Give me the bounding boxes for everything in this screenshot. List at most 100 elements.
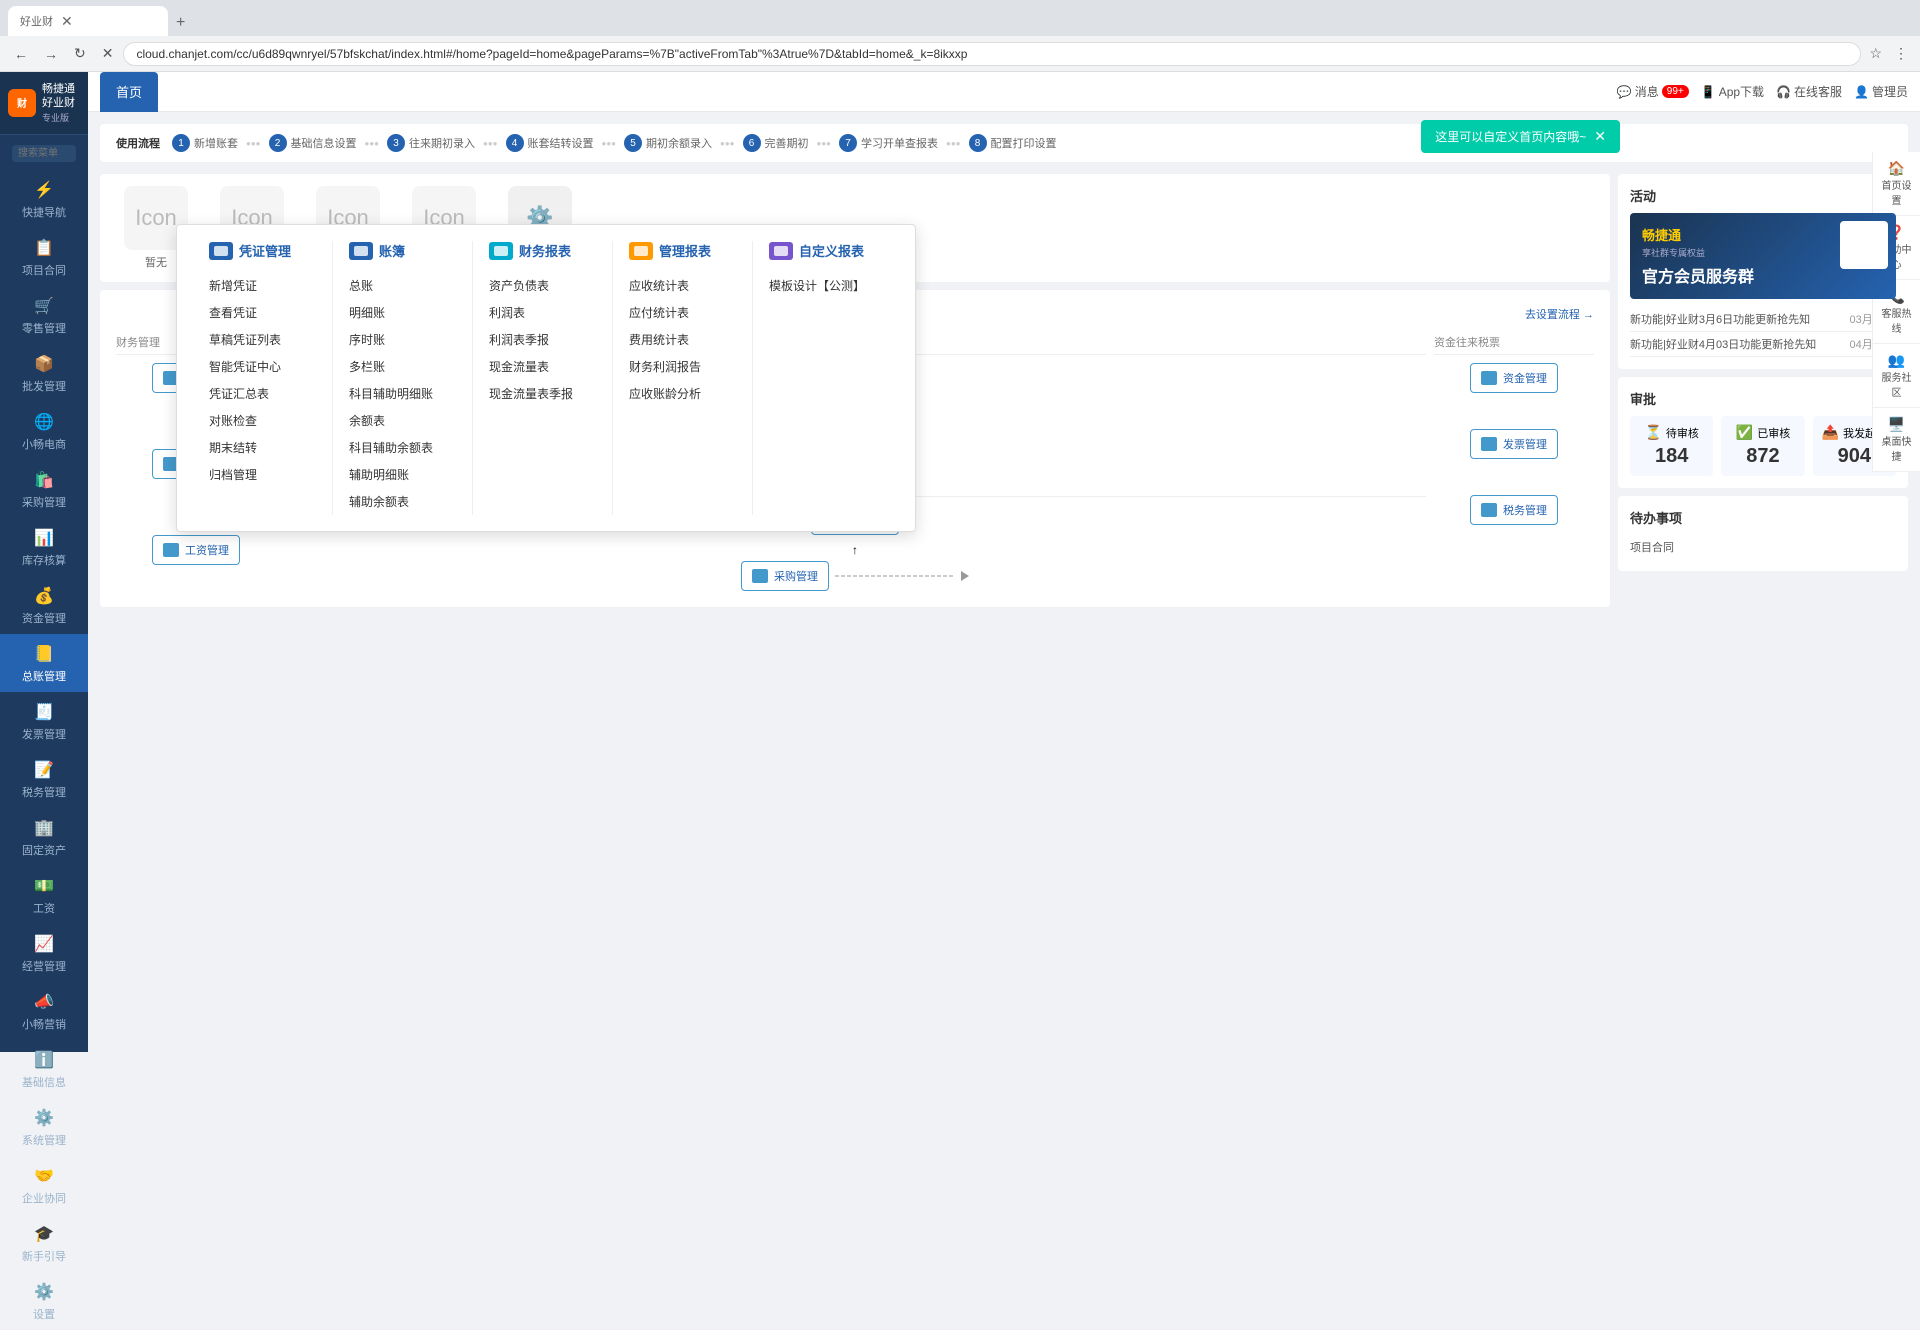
browser-tab[interactable]: 好业财 ✕ bbox=[8, 6, 168, 36]
tax-icon: 📝 bbox=[34, 760, 54, 780]
tab-close-btn[interactable]: ✕ bbox=[61, 13, 73, 30]
menu-expense-stats[interactable]: 费用统计表 bbox=[629, 326, 736, 353]
menu-draft-voucher[interactable]: 草稿凭证列表 bbox=[209, 326, 316, 353]
home-tab[interactable]: 首页 bbox=[100, 72, 158, 112]
flow-box-invoice-mgmt[interactable]: 发票管理 bbox=[1470, 429, 1558, 459]
sidebar-item-inventory[interactable]: 📊 库存核算 bbox=[0, 518, 88, 576]
flow-box-payroll[interactable]: 工资管理 bbox=[152, 535, 240, 565]
assets-icon: 🏢 bbox=[34, 818, 54, 838]
desktop-quick-btn[interactable]: 🖥️ 桌面快捷 bbox=[1873, 408, 1920, 472]
menu-ar-aging[interactable]: 应收账龄分析 bbox=[629, 380, 736, 407]
flow-box-purchase[interactable]: 采购管理 bbox=[741, 561, 829, 591]
menu-income-statement[interactable]: 利润表 bbox=[489, 299, 596, 326]
menu-balance-sheet[interactable]: 资产负债表 bbox=[489, 272, 596, 299]
sidebar-item-collab[interactable]: 🤝 企业协同 bbox=[0, 1156, 88, 1214]
news-item-1[interactable]: 新功能|好业财3月6日功能更新抢先知 03月06日 bbox=[1630, 307, 1896, 332]
sidebar-item-settings[interactable]: ⚙️ 设置 bbox=[0, 1272, 88, 1330]
sidebar-item-marketing[interactable]: 📣 小畅营销 bbox=[0, 982, 88, 1040]
menu-voucher-summary[interactable]: 凭证汇总表 bbox=[209, 380, 316, 407]
menu-receivable-stats[interactable]: 应收统计表 bbox=[629, 272, 736, 299]
invoice-mgmt-label: 发票管理 bbox=[1503, 436, 1547, 452]
sidebar-item-retail[interactable]: 🛒 零售管理 bbox=[0, 286, 88, 344]
step-8[interactable]: 8 配置打印设置 bbox=[969, 134, 1057, 152]
menu-subject-balance[interactable]: 科目辅助余额表 bbox=[349, 434, 456, 461]
step-5-label: 期初余额录入 bbox=[646, 135, 712, 151]
menu-template-design[interactable]: 模板设计【公测】 bbox=[769, 272, 877, 299]
payroll-box-icon bbox=[163, 543, 179, 557]
menu-multi-col-ledger[interactable]: 多栏账 bbox=[349, 353, 456, 380]
step-5[interactable]: 5 期初余额录入 bbox=[624, 134, 712, 152]
menu-payable-stats[interactable]: 应付统计表 bbox=[629, 299, 736, 326]
back-btn[interactable]: ← bbox=[8, 42, 34, 66]
reload-btn[interactable]: ↻ bbox=[68, 41, 92, 66]
step-4[interactable]: 4 账套结转设置 bbox=[506, 134, 594, 152]
sidebar-item-assets[interactable]: 🏢 固定资产 bbox=[0, 808, 88, 866]
sidebar-item-system[interactable]: ⚙️ 系统管理 bbox=[0, 1098, 88, 1156]
menu-general-ledger[interactable]: 总账 bbox=[349, 272, 456, 299]
sidebar-item-quick-nav[interactable]: ⚡ 快捷导航 bbox=[0, 170, 88, 228]
menu-archive[interactable]: 归档管理 bbox=[209, 461, 316, 488]
app-download-btn[interactable]: 📱 App下载 bbox=[1701, 83, 1764, 100]
address-bar[interactable] bbox=[123, 42, 1861, 66]
step-6[interactable]: 6 完善期初 bbox=[743, 134, 809, 152]
step-3[interactable]: 3 往来期初录入 bbox=[387, 134, 475, 152]
menu-cashflow[interactable]: 现金流量表 bbox=[489, 353, 596, 380]
sidebar-item-finance[interactable]: 💰 资金管理 bbox=[0, 576, 88, 634]
menu-reconcile[interactable]: 对账检查 bbox=[209, 407, 316, 434]
done-label: 已审核 bbox=[1757, 425, 1790, 441]
sidebar-item-tax[interactable]: 📝 税务管理 bbox=[0, 750, 88, 808]
step-2[interactable]: 2 基础信息设置 bbox=[269, 134, 357, 152]
sidebar: 财 畅捷通好业财 专业版 ⚡ 快捷导航 📋 项目合同 🛒 零售管理 📦 批发管理 bbox=[0, 72, 88, 1052]
financial-section-header: 财务报表 bbox=[489, 241, 596, 260]
menu-aux-balance[interactable]: 辅助余额表 bbox=[349, 488, 456, 515]
sidebar-item-project[interactable]: 📋 项目合同 bbox=[0, 228, 88, 286]
menu-balance-table[interactable]: 余额表 bbox=[349, 407, 456, 434]
step-7[interactable]: 7 学习开单查报表 bbox=[839, 134, 938, 152]
sidebar-item-basic[interactable]: ℹ️ 基础信息 bbox=[0, 1040, 88, 1098]
purchase-icon: 🛍️ bbox=[34, 470, 54, 490]
menu-new-voucher[interactable]: 新增凭证 bbox=[209, 272, 316, 299]
forward-btn[interactable]: → bbox=[38, 42, 64, 66]
online-service-btn[interactable]: 🎧 在线客服 bbox=[1776, 83, 1842, 100]
menu-detail-ledger[interactable]: 明细账 bbox=[349, 299, 456, 326]
sidebar-search-input[interactable] bbox=[12, 145, 76, 162]
approval-stat-done[interactable]: ✅ 已审核 872 bbox=[1721, 416, 1804, 476]
user-avatar[interactable]: 👤 管理员 bbox=[1854, 83, 1908, 100]
goto-flow-btn[interactable]: 去设置流程 → bbox=[1525, 306, 1594, 322]
browser-bookmark-btn[interactable]: ☆ bbox=[1865, 41, 1886, 66]
menu-smart-voucher[interactable]: 智能凭证中心 bbox=[209, 353, 316, 380]
menu-period-end[interactable]: 期末结转 bbox=[209, 434, 316, 461]
sidebar-item-purchase[interactable]: 🛍️ 采购管理 bbox=[0, 460, 88, 518]
sidebar-item-payroll[interactable]: 💵 工资 bbox=[0, 866, 88, 924]
sidebar-item-ecommerce[interactable]: 🌐 小畅电商 bbox=[0, 402, 88, 460]
step-1[interactable]: 1 新增账套 bbox=[172, 134, 238, 152]
todo-item-project[interactable]: 项目合同 bbox=[1630, 535, 1896, 559]
flow-box-capital[interactable]: 资金管理 bbox=[1470, 363, 1558, 393]
notify-close-btn[interactable]: ✕ bbox=[1594, 128, 1606, 145]
sidebar-item-invoice[interactable]: 🧾 发票管理 bbox=[0, 692, 88, 750]
menu-sequence-ledger[interactable]: 序时账 bbox=[349, 326, 456, 353]
sidebar-item-ops[interactable]: 📈 经营管理 bbox=[0, 924, 88, 982]
menu-view-voucher[interactable]: 查看凭证 bbox=[209, 299, 316, 326]
news-item-2[interactable]: 新功能|好业财4月03日功能更新抢先知 04月03日 bbox=[1630, 332, 1896, 357]
approval-stat-pending[interactable]: ⏳ 待审核 184 bbox=[1630, 416, 1713, 476]
sidebar-item-guide[interactable]: 🎓 新手引导 bbox=[0, 1214, 88, 1272]
flow-box-tax-mgmt[interactable]: 税务管理 bbox=[1470, 495, 1558, 525]
new-tab-btn[interactable]: + bbox=[168, 10, 193, 36]
menu-cashflow-quarterly[interactable]: 现金流量表季报 bbox=[489, 380, 596, 407]
menu-income-quarterly[interactable]: 利润表季报 bbox=[489, 326, 596, 353]
service-community-btn[interactable]: 👥 服务社区 bbox=[1873, 344, 1920, 408]
message-btn[interactable]: 💬 消息 99+ bbox=[1617, 83, 1689, 100]
browser-menu-btn[interactable]: ⋮ bbox=[1890, 41, 1912, 66]
voucher-title: 凭证管理 bbox=[239, 241, 291, 260]
delete-cache-btn[interactable]: ✕ bbox=[96, 41, 120, 66]
menu-profit-report[interactable]: 财务利润报告 bbox=[629, 353, 736, 380]
search-icon bbox=[12, 145, 76, 162]
menu-subject-detail[interactable]: 科目辅助明细账 bbox=[349, 380, 456, 407]
sidebar-item-accounting[interactable]: 📒 总账管理 bbox=[0, 634, 88, 692]
down-arrow-2: ↑ bbox=[284, 543, 1426, 557]
sidebar-item-wholesale[interactable]: 📦 批发管理 bbox=[0, 344, 88, 402]
sidebar-item-search[interactable] bbox=[0, 135, 88, 170]
menu-aux-detail[interactable]: 辅助明细账 bbox=[349, 461, 456, 488]
home-settings-btn[interactable]: 🏠 首页设置 bbox=[1873, 152, 1920, 216]
